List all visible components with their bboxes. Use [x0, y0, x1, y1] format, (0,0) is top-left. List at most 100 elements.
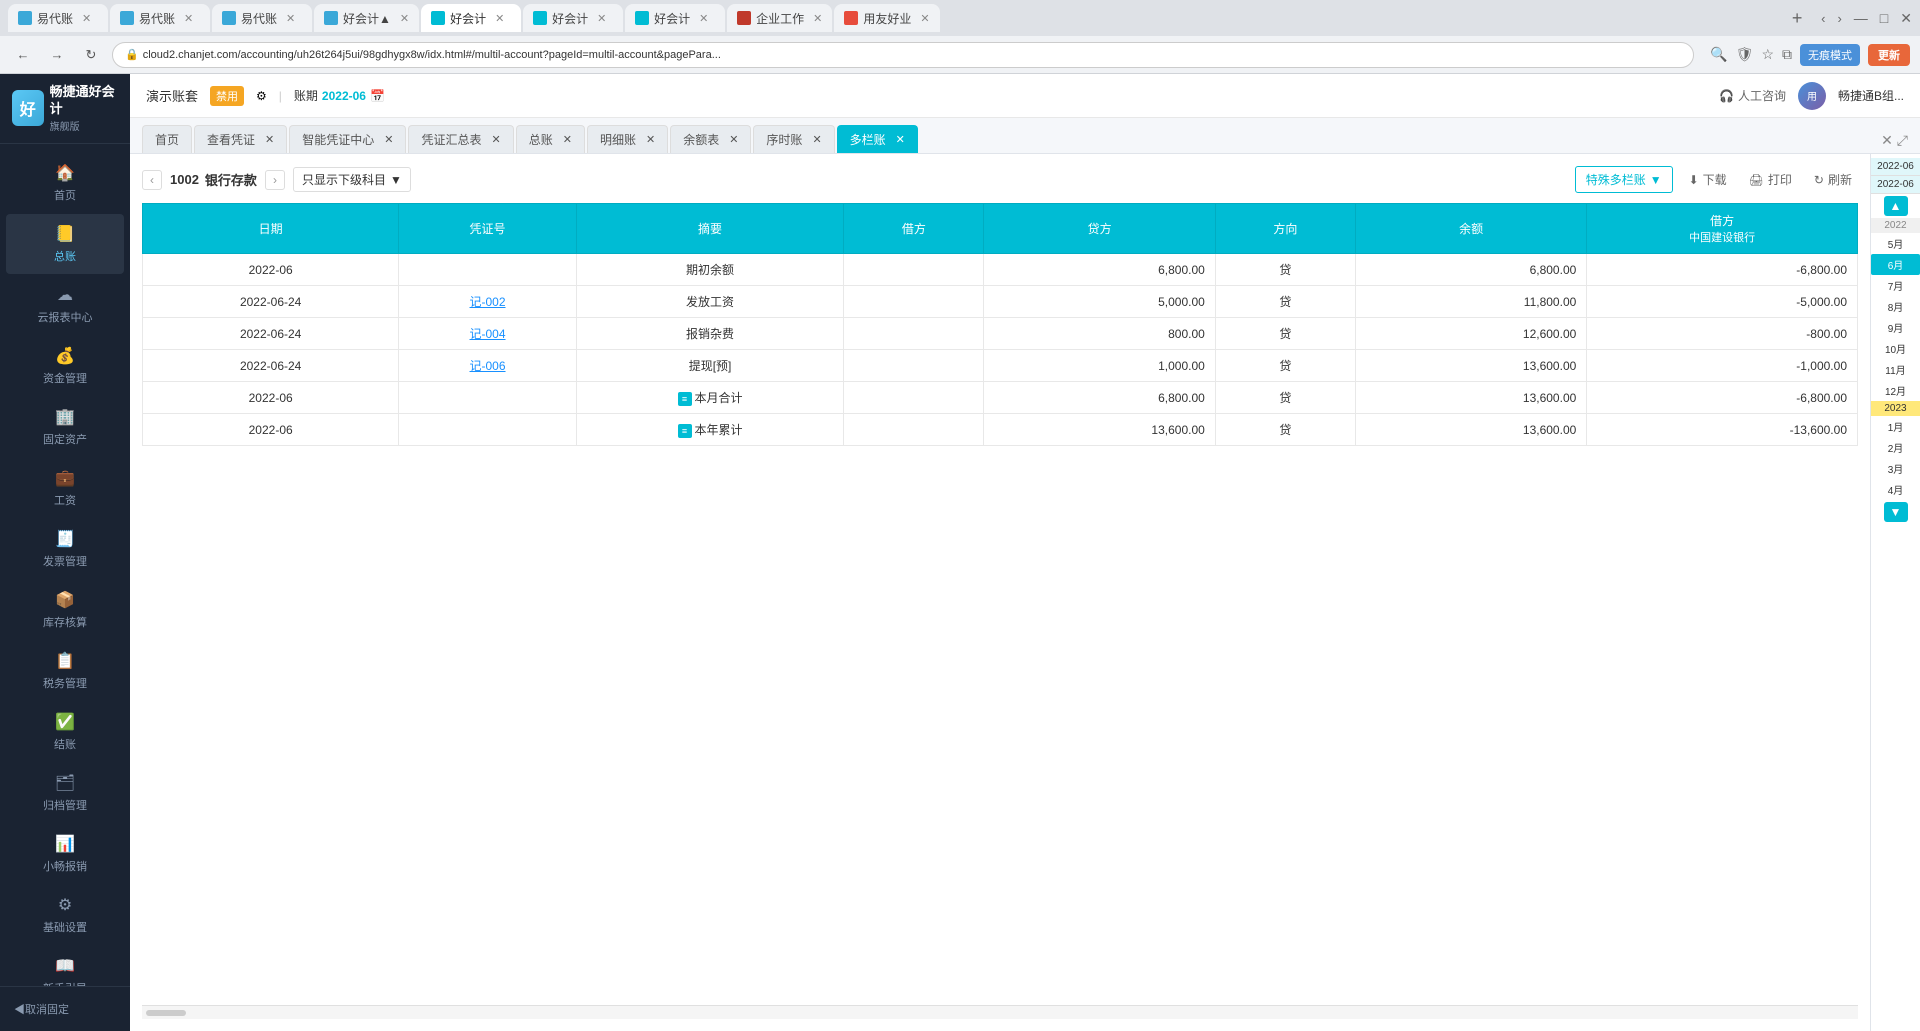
back-button[interactable]: ← — [10, 42, 36, 68]
horizontal-scrollbar[interactable] — [142, 1005, 1858, 1019]
sidebar-item-库存核算[interactable]: 📦库存核算 — [6, 580, 124, 640]
close-tab-button[interactable]: ✕ — [1881, 132, 1893, 149]
page-tab-5[interactable]: 明细账✕ — [587, 125, 668, 153]
page-tab-close-5[interactable]: ✕ — [646, 133, 655, 146]
month-2022-11月[interactable]: 11月 — [1871, 359, 1920, 380]
tab-close-5[interactable]: ✕ — [495, 12, 504, 25]
unpin-button[interactable]: ◀取消固定 — [8, 995, 122, 1023]
period-button[interactable]: 账期 2022-06 📅 — [294, 87, 385, 104]
account-prev-button[interactable]: ‹ — [142, 170, 162, 190]
month-2023-2月[interactable]: 2月 — [1871, 437, 1920, 458]
cell-voucher-2[interactable]: 记-004 — [399, 318, 576, 350]
sidebar-item-首页[interactable]: 🏠首页 — [6, 153, 124, 213]
tab-close-8[interactable]: ✕ — [813, 12, 822, 25]
month-2023-3月[interactable]: 3月 — [1871, 458, 1920, 479]
page-tab-0[interactable]: 首页 — [142, 125, 192, 153]
browser-tab-2[interactable]: 易代账✕ — [110, 4, 210, 32]
page-tab-close-1[interactable]: ✕ — [265, 133, 274, 146]
page-tab-3[interactable]: 凭证汇总表✕ — [408, 125, 513, 153]
minimize-button[interactable]: — — [1854, 10, 1868, 26]
restore-button[interactable]: □ — [1880, 10, 1888, 26]
page-tab-4[interactable]: 总账✕ — [516, 125, 585, 153]
filter-button[interactable]: 只显示下级科目 ▼ — [293, 167, 411, 192]
cell-voucher-1[interactable]: 记-002 — [399, 286, 576, 318]
sidebar-item-税务管理[interactable]: 📋税务管理 — [6, 641, 124, 701]
tab-close-3[interactable]: ✕ — [286, 12, 295, 25]
page-tab-2[interactable]: 智能凭证中心✕ — [289, 125, 406, 153]
scroll-up-button[interactable]: ▲ — [1884, 196, 1908, 216]
sidebar-item-云报表中心[interactable]: ☁云报表中心 — [6, 275, 124, 335]
sidebar-item-新手引导[interactable]: 📖新手引导 — [6, 946, 124, 986]
scroll-down-button[interactable]: ▼ — [1884, 502, 1908, 522]
page-tab-6[interactable]: 余额表✕ — [670, 125, 751, 153]
sidebar-item-固定资产[interactable]: 🏢固定资产 — [6, 397, 124, 457]
tab-scroll-left[interactable]: ‹ — [1821, 11, 1825, 26]
tab-close-9[interactable]: ✕ — [920, 12, 929, 25]
page-tab-close-8[interactable]: ✕ — [896, 133, 905, 146]
sidebar-item-发票管理[interactable]: 🧾发票管理 — [6, 519, 124, 579]
browser-tab-6[interactable]: 好会计✕ — [523, 4, 623, 32]
sidebar-item-总账[interactable]: 📒总账 — [6, 214, 124, 274]
month-2022-12月[interactable]: 12月 — [1871, 380, 1920, 401]
month-2023-1月[interactable]: 1月 — [1871, 416, 1920, 437]
star-icon[interactable]: ☆ — [1761, 46, 1774, 63]
tab-scroll-right[interactable]: › — [1837, 11, 1841, 26]
no-trace-button[interactable]: 无痕模式 — [1800, 44, 1860, 66]
browser-tab-9[interactable]: 用友好业✕ — [834, 4, 939, 32]
page-tab-close-7[interactable]: ✕ — [812, 133, 821, 146]
page-tab-7[interactable]: 序时账✕ — [753, 125, 834, 153]
refresh-ledger-button[interactable]: ↻ 刷新 — [1808, 167, 1858, 192]
month-2022-7月[interactable]: 7月 — [1871, 275, 1920, 296]
refresh-button[interactable]: ↻ — [78, 42, 104, 68]
sidebar-item-基础设置[interactable]: ⚙基础设置 — [6, 885, 124, 945]
cell-extra-0: -6,800.00 — [1587, 254, 1858, 286]
special-column-button[interactable]: 特殊多栏账 ▼ — [1575, 166, 1673, 193]
browser-tab-8[interactable]: 企业工作✕ — [727, 4, 832, 32]
download-button[interactable]: ⬇ 下载 — [1683, 167, 1733, 192]
print-button[interactable]: 🖨 打印 — [1743, 167, 1798, 192]
page-tab-close-6[interactable]: ✕ — [729, 133, 738, 146]
browser-tab-7[interactable]: 好会计✕ — [625, 4, 725, 32]
browser-tab-3[interactable]: 易代账✕ — [212, 4, 312, 32]
settings-button[interactable]: ⚙ — [256, 89, 267, 103]
month-2022-8月[interactable]: 8月 — [1871, 296, 1920, 317]
tab-close-6[interactable]: ✕ — [597, 12, 606, 25]
month-2022-5月[interactable]: 5月 — [1871, 233, 1920, 254]
account-next-button[interactable]: › — [265, 170, 285, 190]
browser-tab-5[interactable]: 好会计✕ — [421, 4, 521, 32]
update-button[interactable]: 更新 — [1868, 44, 1910, 66]
close-window-button[interactable]: ✕ — [1900, 10, 1912, 27]
address-input[interactable]: 🔒 cloud2.chanjet.com/accounting/uh26t264… — [112, 42, 1694, 68]
demo-badge[interactable]: 禁用 — [210, 86, 244, 106]
page-tab-8[interactable]: 多栏账✕ — [837, 125, 918, 153]
page-tab-close-2[interactable]: ✕ — [384, 133, 393, 146]
month-2023-4月[interactable]: 4月 — [1871, 479, 1920, 500]
address-bar-row: ← → ↻ 🔒 cloud2.chanjet.com/accounting/uh… — [0, 36, 1920, 74]
page-tab-close-4[interactable]: ✕ — [563, 133, 572, 146]
page-tab-1[interactable]: 查看凭证✕ — [194, 125, 287, 153]
sidebar-item-工资[interactable]: 💼工资 — [6, 458, 124, 518]
tab-close-1[interactable]: ✕ — [82, 12, 91, 25]
tab-close-4[interactable]: ✕ — [400, 12, 409, 25]
page-tab-close-3[interactable]: ✕ — [492, 133, 501, 146]
shield-icon[interactable]: 🛡 — [1736, 46, 1754, 63]
forward-button[interactable]: → — [44, 42, 70, 68]
cell-voucher-3[interactable]: 记-006 — [399, 350, 576, 382]
tab-close-2[interactable]: ✕ — [184, 12, 193, 25]
search-icon[interactable]: 🔍 — [1710, 46, 1727, 63]
split-screen-icon[interactable]: ⧉ — [1782, 46, 1792, 63]
new-tab-button[interactable]: + — [1783, 4, 1811, 32]
tab-close-7[interactable]: ✕ — [699, 12, 708, 25]
sidebar-item-小畅报销[interactable]: 📊小畅报销 — [6, 824, 124, 884]
browser-tab-4[interactable]: 好会计▲✕ — [314, 4, 419, 32]
month-2022-6月[interactable]: 6月 — [1871, 254, 1920, 275]
scrollbar-thumb[interactable] — [146, 1010, 186, 1016]
month-2022-9月[interactable]: 9月 — [1871, 317, 1920, 338]
consult-button[interactable]: 🎧 人工咨询 — [1719, 87, 1786, 104]
maximize-tab-button[interactable]: ⤢ — [1897, 132, 1908, 149]
sidebar-item-资金管理[interactable]: 💰资金管理 — [6, 336, 124, 396]
sidebar-item-结账[interactable]: ✅结账 — [6, 702, 124, 762]
month-2022-10月[interactable]: 10月 — [1871, 338, 1920, 359]
sidebar-item-归档管理[interactable]: 🗂归档管理 — [6, 763, 124, 823]
browser-tab-1[interactable]: 易代账✕ — [8, 4, 108, 32]
